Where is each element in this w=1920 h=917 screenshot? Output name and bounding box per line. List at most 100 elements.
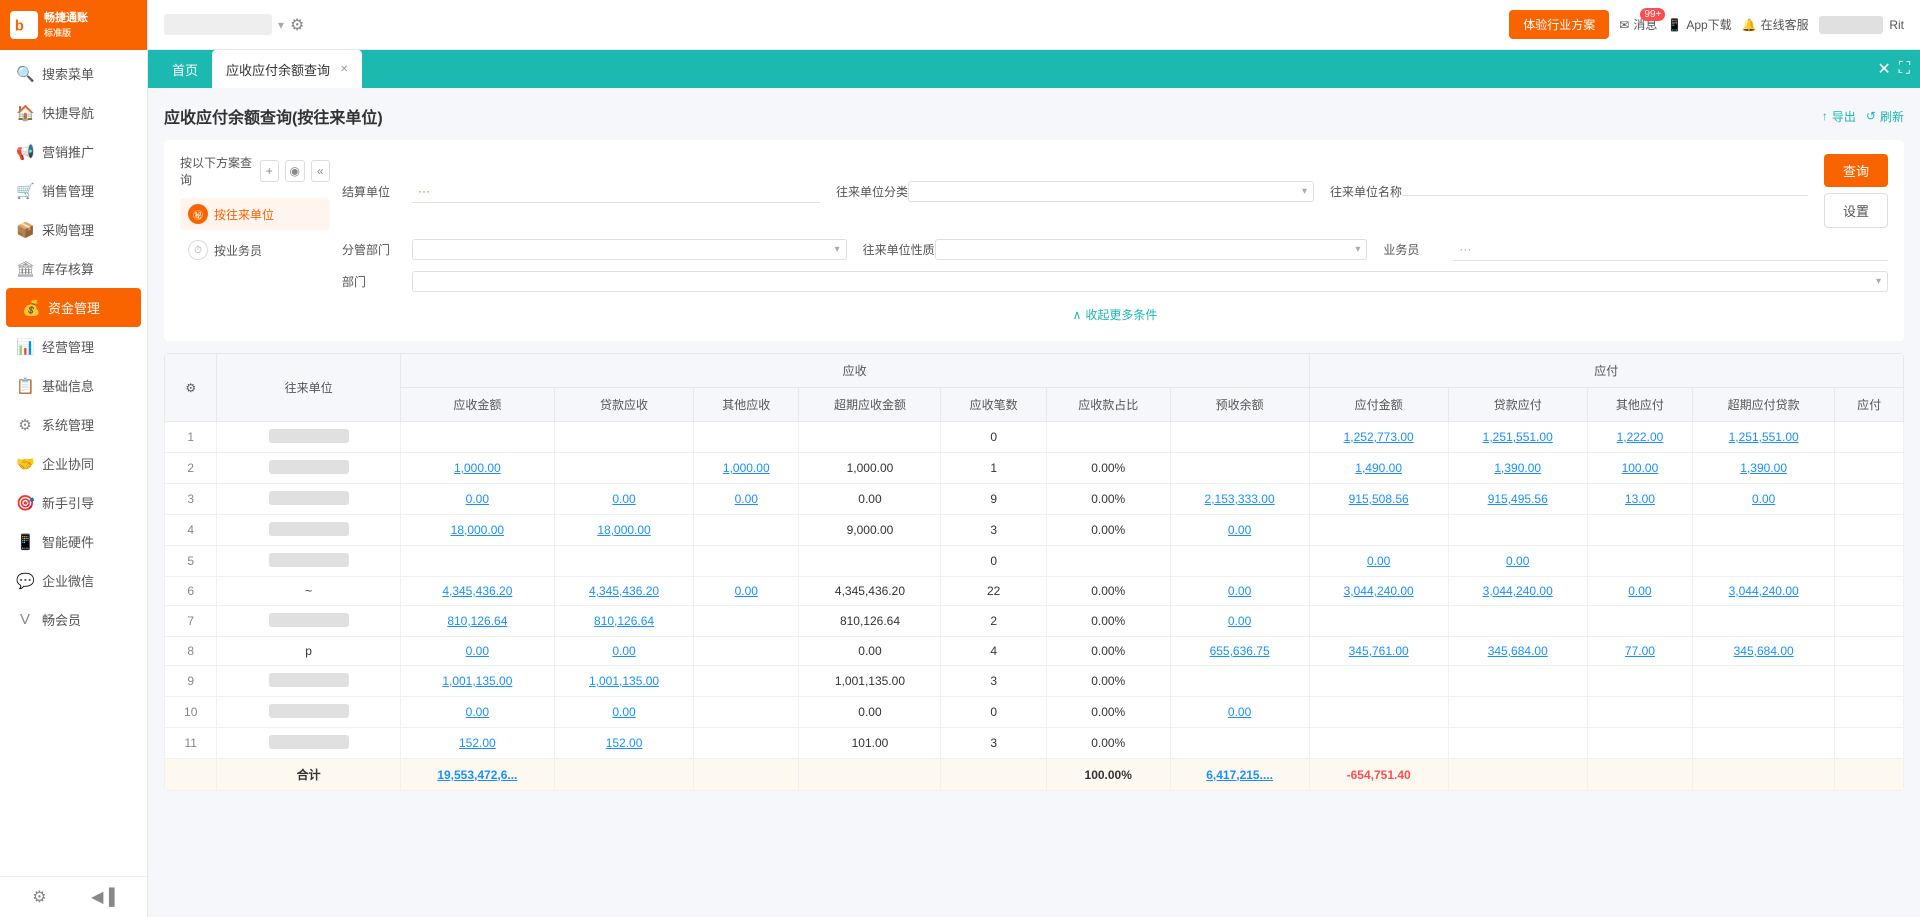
settings-footer-icon[interactable]: ⚙	[32, 887, 46, 907]
cell-link[interactable]: 18,000.00	[451, 523, 504, 537]
edit-filter-btn[interactable]: ◉	[285, 160, 305, 182]
cell-link[interactable]: 0.00	[1506, 554, 1529, 568]
cell-link[interactable]: 1,490.00	[1355, 461, 1402, 475]
topbar-gear-icon[interactable]: ⚙	[290, 15, 304, 35]
cell-link[interactable]: 0.00	[612, 492, 635, 506]
cell-link[interactable]: 0.00	[466, 644, 489, 658]
cell-link[interactable]: 345,761.00	[1349, 644, 1409, 658]
cell-link[interactable]: 0.00	[1228, 614, 1251, 628]
cell-link[interactable]: 0.00	[1228, 584, 1251, 598]
cell-link[interactable]: 1,222.00	[1617, 430, 1664, 444]
close-window-btn[interactable]: ✕	[1877, 59, 1890, 79]
cell-link[interactable]: 0.00	[735, 492, 758, 506]
cell-link[interactable]: 2,153,333.00	[1205, 492, 1275, 506]
cell-link[interactable]: 1,390.00	[1740, 461, 1787, 475]
refresh-btn[interactable]: ↺ 刷新	[1866, 108, 1904, 125]
sidebar-item-6[interactable]: 💰资金管理	[6, 288, 141, 327]
cell-link[interactable]: 1,001,135.00	[589, 674, 659, 688]
cell-link[interactable]: 1,001,135.00	[442, 674, 512, 688]
partner-name-input[interactable]	[1402, 187, 1808, 196]
summary-prepaid[interactable]: 6,417,215....	[1170, 759, 1309, 791]
download-app-area[interactable]: 📱 App下载	[1667, 16, 1731, 33]
cell-link[interactable]: 0.00	[1228, 523, 1251, 537]
cell-link[interactable]: 13.00	[1625, 492, 1655, 506]
salesperson-input[interactable]: ···	[1453, 238, 1888, 261]
cell-link[interactable]: 1,000.00	[723, 461, 770, 475]
cell-link[interactable]: 0.00	[1628, 584, 1651, 598]
cell-link[interactable]: 1,251,551.00	[1729, 430, 1799, 444]
sidebar-item-11[interactable]: 🎯新手引导	[0, 483, 147, 522]
cell-link[interactable]: 915,495.56	[1488, 492, 1548, 506]
tab-home[interactable]: 首页	[158, 50, 212, 88]
cell-link[interactable]: 18,000.00	[597, 523, 650, 537]
notification-area[interactable]: ✉ 消息 99+	[1619, 16, 1657, 33]
collapse-more-btn[interactable]: ∧ 收起更多条件	[1069, 302, 1162, 327]
cell-link[interactable]: 0.00	[1367, 554, 1390, 568]
cell-link[interactable]: 0.00	[1228, 705, 1251, 719]
sidebar-item-12[interactable]: 📱智能硬件	[0, 522, 147, 561]
table-scroll[interactable]: ⚙ 往来单位 应收 应付 应收金额 贷款应收 其他应收 超期应收金额 应收笔数 …	[164, 353, 1904, 791]
cell-link[interactable]: 4,345,436.20	[589, 584, 659, 598]
add-filter-btn[interactable]: +	[260, 160, 280, 182]
cell-link[interactable]: 152.00	[459, 736, 496, 750]
partner-category-select[interactable]: ▾	[908, 181, 1314, 202]
summary-ar-amount[interactable]: 19,553,472,6...	[400, 759, 554, 791]
export-btn[interactable]: ↑ 导出	[1822, 108, 1856, 125]
row-num: 5	[165, 546, 217, 577]
tab-ar-ap[interactable]: 应收应付余额查询 ✕	[212, 50, 362, 88]
cell-link[interactable]: 345,684.00	[1488, 644, 1548, 658]
supervision-dept-select[interactable]: ▾	[412, 239, 847, 260]
sidebar-item-10[interactable]: 🤝企业协同	[0, 444, 147, 483]
cell-ap-other	[1587, 606, 1692, 637]
trial-btn[interactable]: 体验行业方案	[1509, 10, 1609, 39]
cell-link[interactable]: 345,684.00	[1734, 644, 1794, 658]
tab-close-icon[interactable]: ✕	[340, 64, 348, 75]
cell-link[interactable]: 1,251,551.00	[1483, 430, 1553, 444]
table-settings-icon[interactable]: ⚙	[165, 354, 217, 422]
cell-link[interactable]: 0.00	[735, 584, 758, 598]
cell-link[interactable]: 4,345,436.20	[442, 584, 512, 598]
sidebar-item-7[interactable]: 📊经营管理	[0, 327, 147, 366]
sidebar-item-2[interactable]: 📢营销推广	[0, 132, 147, 171]
online-service-area[interactable]: 🔔 在线客服	[1742, 16, 1809, 33]
query-by-salesperson[interactable]: ⏱ 按业务员	[180, 234, 330, 266]
settlement-unit-input[interactable]: ···	[412, 180, 820, 203]
cell-link[interactable]: 100.00	[1622, 461, 1659, 475]
query-by-partner[interactable]: ㊙ 按往来单位	[180, 198, 330, 230]
cell-link[interactable]: 3,044,240.00	[1344, 584, 1414, 598]
sidebar-item-0[interactable]: 🔍搜索菜单	[0, 54, 147, 93]
query-btn[interactable]: 查询	[1824, 154, 1888, 187]
user-area[interactable]: Rit	[1819, 16, 1904, 33]
cell-link[interactable]: 0.00	[612, 644, 635, 658]
cell-link[interactable]: 810,126.64	[447, 614, 507, 628]
sidebar-item-4[interactable]: 📦采购管理	[0, 210, 147, 249]
collapse-sidebar-icon[interactable]: ◀▐	[91, 887, 115, 907]
collapse-filter-btn[interactable]: «	[311, 160, 331, 182]
cell-link[interactable]: 0.00	[466, 492, 489, 506]
partner-nature-select[interactable]: ▾	[935, 239, 1368, 260]
cell-link[interactable]: 0.00	[466, 705, 489, 719]
fullscreen-btn[interactable]: ⛶	[1899, 59, 1910, 79]
department-select[interactable]: ▾	[412, 271, 1888, 292]
cell-link[interactable]: 1,390.00	[1494, 461, 1541, 475]
cell-link[interactable]: 0.00	[1752, 492, 1775, 506]
cell-link[interactable]: 0.00	[612, 705, 635, 719]
query-btn-group: 查询 设置	[1824, 154, 1888, 228]
sidebar-item-9[interactable]: ⚙系统管理	[0, 405, 147, 444]
cell-link[interactable]: 1,000.00	[454, 461, 501, 475]
cell-link[interactable]: 1,252,773.00	[1344, 430, 1414, 444]
sidebar-item-1[interactable]: 🏠快捷导航	[0, 93, 147, 132]
cell-link[interactable]: 77.00	[1625, 644, 1655, 658]
sidebar-item-8[interactable]: 📋基础信息	[0, 366, 147, 405]
cell-link[interactable]: 655,636.75	[1210, 644, 1270, 658]
sidebar-item-3[interactable]: 🛒销售管理	[0, 171, 147, 210]
sidebar-item-5[interactable]: 🏛库存核算	[0, 249, 147, 288]
settings-btn[interactable]: 设置	[1824, 193, 1888, 228]
cell-link[interactable]: 810,126.64	[594, 614, 654, 628]
sidebar-item-14[interactable]: V畅会员	[0, 600, 147, 639]
cell-link[interactable]: 152.00	[606, 736, 643, 750]
sidebar-item-13[interactable]: 💬企业微信	[0, 561, 147, 600]
cell-link[interactable]: 915,508.56	[1349, 492, 1409, 506]
cell-link[interactable]: 3,044,240.00	[1729, 584, 1799, 598]
cell-link[interactable]: 3,044,240.00	[1483, 584, 1553, 598]
